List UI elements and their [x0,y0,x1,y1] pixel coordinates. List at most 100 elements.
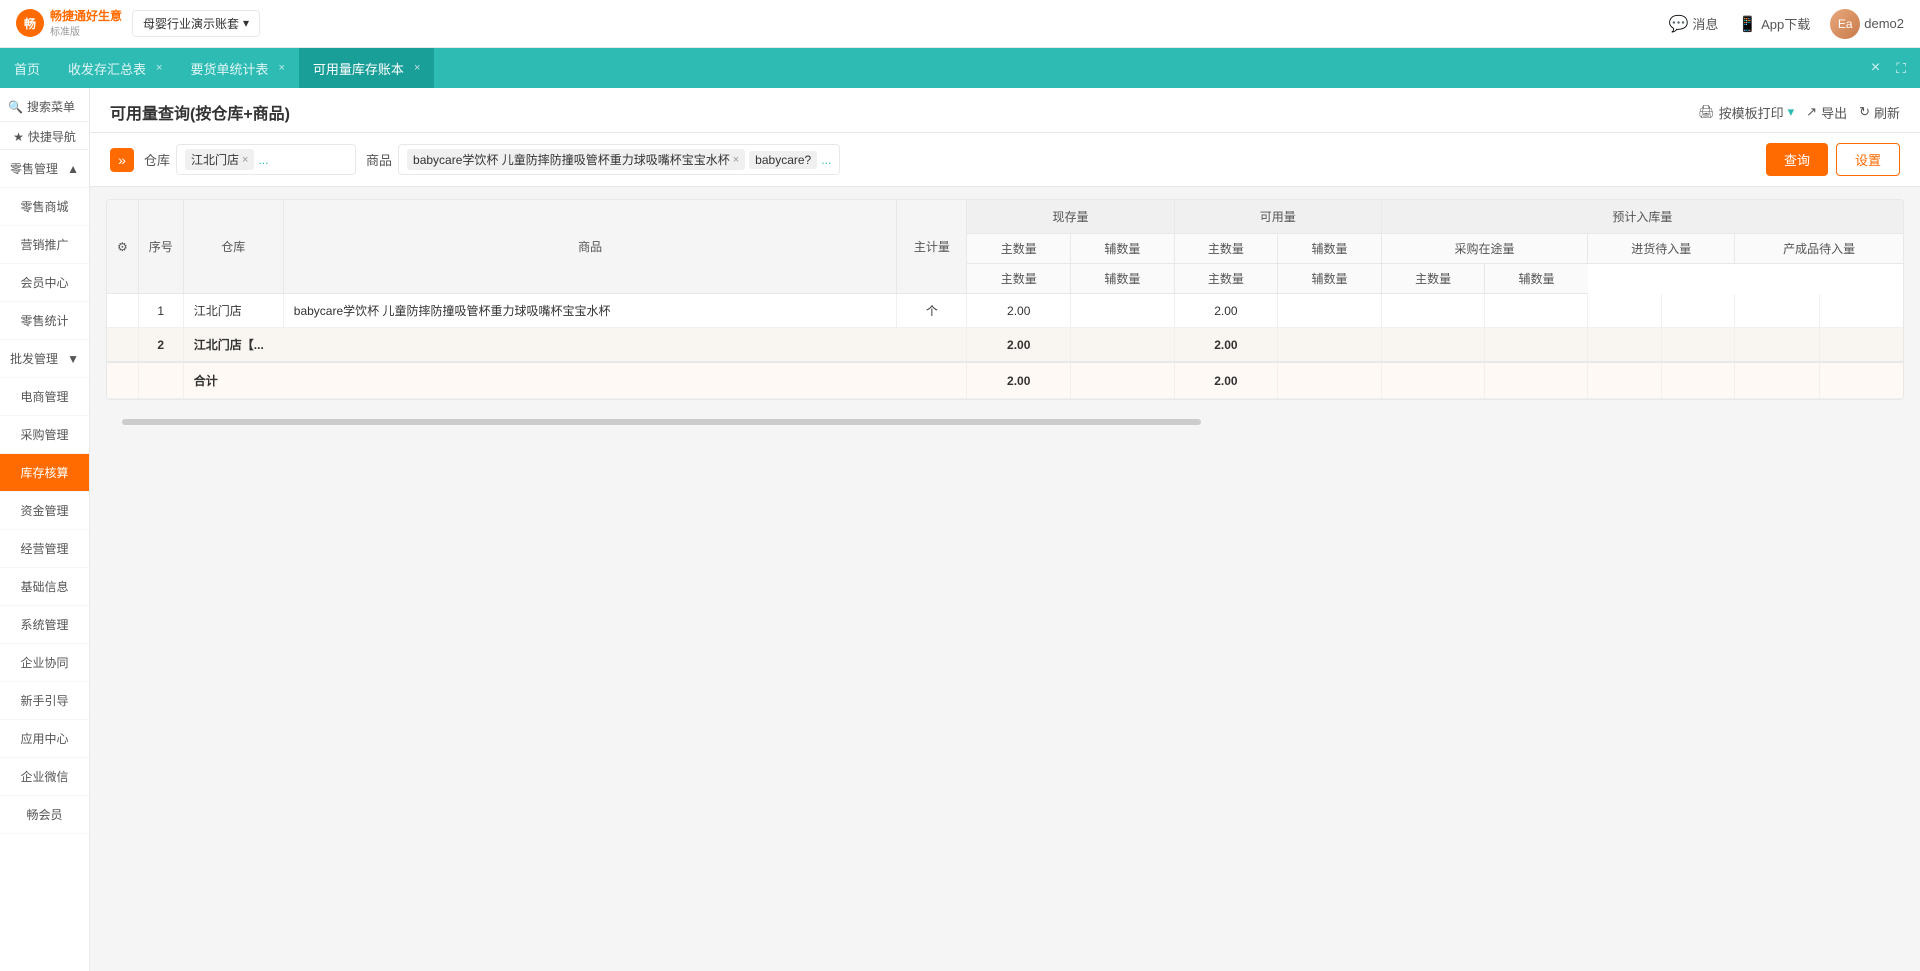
sidebar-system-label: 系统管理 [20,618,68,632]
sidebar-item-system[interactable]: 系统管理 [0,606,89,644]
company-selector[interactable]: 母婴行业演示账套 ▾ [132,10,260,37]
sidebar-enterprise-label: 企业协同 [20,656,68,670]
settings-col-header[interactable]: ⚙ [107,200,138,294]
logo-area: 畅 畅捷通好生意 标准版 [16,9,122,38]
stock-group-header: 现存量 [967,200,1174,234]
top-bar: 畅 畅捷通好生意 标准版 母婴行业演示账套 ▾ 💬 消息 📱 App下载 Ea … [0,0,1920,48]
tabs-right-actions: × ⛶ [1867,55,1920,81]
table-header-row1: ⚙ 序号 仓库 商品 主计量 现存量 可用量 预计入库量 [107,200,1903,234]
sidebar-item-retail-stats[interactable]: 零售统计 [0,302,89,340]
subtotal-index: 2 [138,328,183,363]
product-tag1: babycare学饮杯 儿童防摔防撞吸管杯重力球吸嘴杯宝宝水杯 × [407,149,745,170]
row-stock-aux [1071,294,1175,328]
tabs-bar: 首页 收发存汇总表 × 要货单统计表 × 可用量库存账本 × × ⛶ [0,48,1920,88]
message-icon: 💬 [1668,14,1688,34]
search-icon: 🔍 [8,100,23,114]
pw-main: 主数量 [1381,264,1485,294]
settings-button[interactable]: 设置 [1836,143,1900,176]
total-iw-aux [1661,362,1735,399]
total-check [107,362,138,399]
sidebar-item-enterprise[interactable]: 企业协同 [0,644,89,682]
print-btn[interactable]: 🖨 按模板打印 ▾ [1698,103,1794,122]
tab-receipt-close[interactable]: × [156,62,162,74]
total-available-main: 2.00 [1174,362,1278,399]
chevron-down-icon: ▼ [67,352,79,366]
tab-receipt-label: 收发存汇总表 [68,59,146,78]
expand-filter-btn[interactable]: » [110,148,134,172]
sidebar-item-operations[interactable]: 经营管理 [0,530,89,568]
product-tag1-close[interactable]: × [733,154,739,166]
sidebar-search[interactable]: 🔍 搜索菜单 [0,88,89,122]
sidebar-retail-mgmt-label: 零售管理 [10,160,58,177]
sidebar-item-new-user[interactable]: 新手引导 [0,682,89,720]
sidebar-item-purchase[interactable]: 采购管理 [0,416,89,454]
stock-main-header: 主数量 [967,234,1071,264]
product-more[interactable]: ... [821,153,831,167]
total-pt-aux [1485,362,1588,399]
query-button[interactable]: 查询 [1766,143,1828,176]
row-available-main: 2.00 [1174,294,1278,328]
iw-main: 主数量 [1174,264,1278,294]
export-icon: ↗ [1806,104,1817,120]
sidebar-item-retail-mall[interactable]: 零售商城 [0,188,89,226]
sidebar-batch-mgmt-label: 批发管理 [10,350,58,367]
print-dropdown-icon: ▾ [1788,104,1795,120]
sidebar-item-member[interactable]: 会员中心 [0,264,89,302]
product-wait-header: 产成品待入量 [1735,234,1903,264]
table-container: ⚙ 序号 仓库 商品 主计量 现存量 可用量 预计入库量 主数量 [106,199,1904,400]
sidebar-new-user-label: 新手引导 [20,694,68,708]
total-stock-main: 2.00 [967,362,1071,399]
refresh-icon: ↻ [1859,104,1870,120]
table-scroll[interactable]: ⚙ 序号 仓库 商品 主计量 现存量 可用量 预计入库量 主数量 [107,200,1903,399]
refresh-label: 刷新 [1874,103,1900,122]
total-row: 合计 2.00 2.00 [107,362,1903,399]
warehouse-filter-group: 仓库 江北门店 × ... [144,144,356,175]
total-stock-aux [1071,362,1175,399]
subtotal-pw-main [1735,328,1820,363]
sidebar-quick-nav[interactable]: ★ 快捷导航 [0,122,89,150]
sidebar-item-finance[interactable]: 资金管理 [0,492,89,530]
sidebar-item-vip[interactable]: 畅会员 [0,796,89,834]
horizontal-scrollbar-thumb[interactable] [122,419,1201,425]
sidebar-item-wechat[interactable]: 企业微信 [0,758,89,796]
app-title: 畅捷通好生意 [50,9,122,23]
row-check [107,294,138,328]
product-tag2: babycare? [749,151,817,169]
tab-receipt-summary[interactable]: 收发存汇总表 × [54,48,176,88]
warehouse-filter-input[interactable]: 江北门店 × ... [176,144,356,175]
sidebar-item-retail-mgmt[interactable]: 零售管理 ▲ [0,150,89,188]
available-main-header: 主数量 [1174,234,1278,264]
tab-order-close[interactable]: × [278,62,284,74]
sidebar-item-batch-mgmt[interactable]: 批发管理 ▼ [0,340,89,378]
warehouse-more[interactable]: ... [258,153,268,167]
sidebar-item-ecommerce[interactable]: 电商管理 [0,378,89,416]
page-header-actions: 🖨 按模板打印 ▾ ↗ 导出 ↻ 刷新 [1698,103,1900,122]
fullscreen-btn[interactable]: ⛶ [1892,56,1910,81]
nav-icon: ★ [13,130,24,144]
warehouse-tag-close[interactable]: × [242,154,248,166]
product-filter-input[interactable]: babycare学饮杯 儿童防摔防撞吸管杯重力球吸嘴杯宝宝水杯 × babyca… [398,144,840,175]
incoming-wait-header: 进货待入量 [1588,234,1735,264]
close-all-tabs-btn[interactable]: × [1867,55,1884,81]
sidebar-item-basic-info[interactable]: 基础信息 [0,568,89,606]
pt-main: 主数量 [967,264,1071,294]
user-area[interactable]: Ea demo2 [1830,9,1904,39]
sidebar-member-label: 会员中心 [20,276,68,290]
tab-available-stock[interactable]: 可用量库存账本 × [299,48,434,88]
message-btn[interactable]: 💬 消息 [1668,14,1718,34]
column-settings-icon[interactable]: ⚙ [117,240,128,254]
tab-order-stats[interactable]: 要货单统计表 × [176,48,298,88]
refresh-btn[interactable]: ↻ 刷新 [1859,103,1900,122]
tab-available-close[interactable]: × [414,62,420,74]
tab-home[interactable]: 首页 [0,48,54,88]
sidebar-item-inventory[interactable]: 库存核算 [0,454,89,492]
row-product: babycare学饮杯 儿童防摔防撞吸管杯重力球吸嘴杯宝宝水杯 [283,294,897,328]
total-pt-main [1381,362,1485,399]
export-btn[interactable]: ↗ 导出 [1806,103,1847,122]
page-title: 可用量查询(按仓库+商品) [110,100,290,124]
tab-order-label: 要货单统计表 [190,59,268,78]
sidebar-item-marketing[interactable]: 营销推广 [0,226,89,264]
app-download-btn[interactable]: 📱 App下载 [1738,14,1810,33]
sidebar-retail-mall-label: 零售商城 [20,200,68,214]
sidebar-item-app-center[interactable]: 应用中心 [0,720,89,758]
